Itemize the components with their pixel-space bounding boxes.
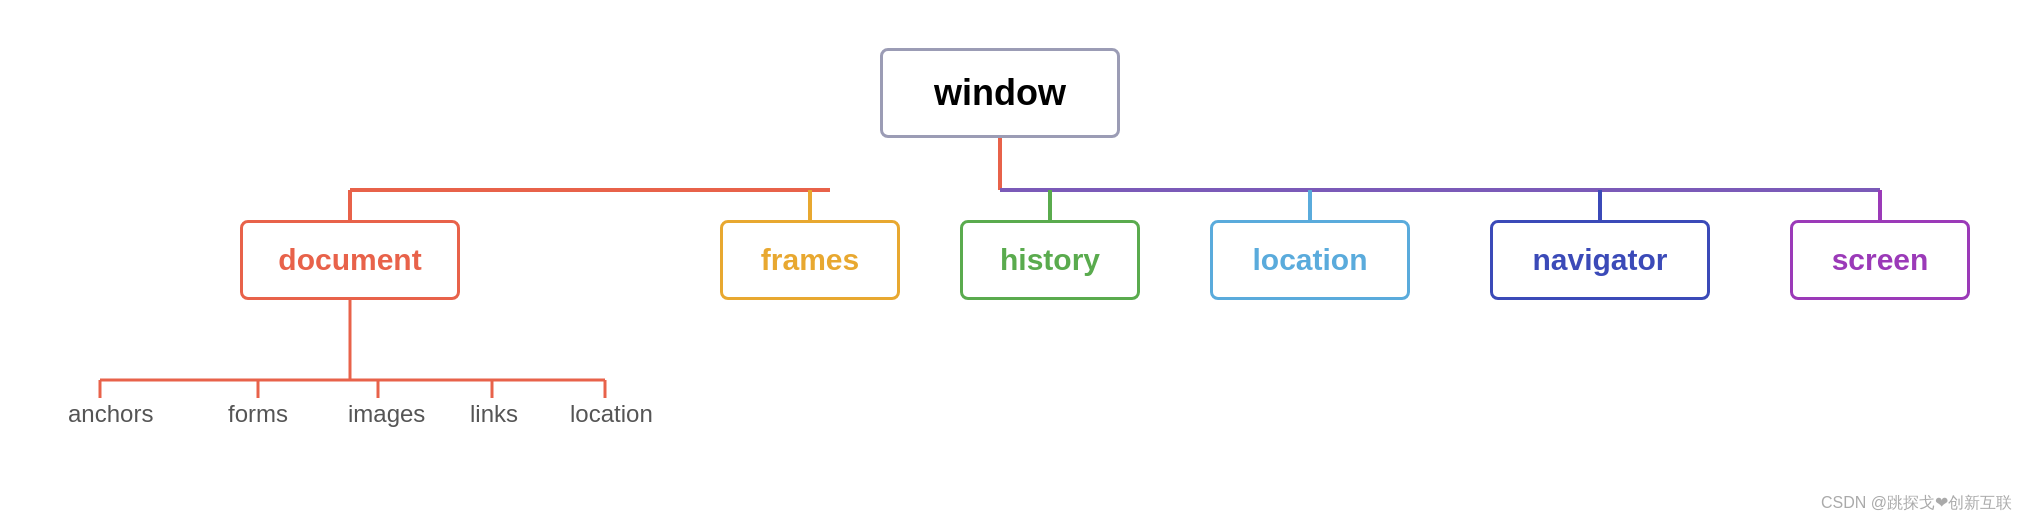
watermark: CSDN @跳探戈❤创新互联	[1821, 493, 2012, 514]
history-label: history	[1000, 243, 1100, 277]
window-label: window	[934, 72, 1066, 114]
diagram: window document frames history location …	[0, 0, 2032, 526]
node-screen: screen	[1790, 220, 1970, 300]
node-history: history	[960, 220, 1140, 300]
frames-label: frames	[761, 243, 859, 277]
leaf-anchors: anchors	[68, 400, 153, 428]
links-label: links	[470, 400, 518, 427]
anchors-label: anchors	[68, 400, 153, 427]
screen-label: screen	[1832, 243, 1929, 277]
node-frames: frames	[720, 220, 900, 300]
node-navigator: navigator	[1490, 220, 1710, 300]
leaf-forms: forms	[228, 400, 288, 428]
watermark-text: CSDN @跳探戈❤创新互联	[1821, 494, 2012, 511]
leaf-links: links	[470, 400, 518, 428]
images-label: images	[348, 400, 425, 427]
node-document: document	[240, 220, 460, 300]
leaf-location2: location	[570, 400, 653, 428]
navigator-label: navigator	[1532, 243, 1667, 277]
location-label: location	[1252, 243, 1367, 277]
forms-label: forms	[228, 400, 288, 427]
document-label: document	[278, 243, 421, 277]
leaf-images: images	[348, 400, 425, 428]
node-location: location	[1210, 220, 1410, 300]
node-window: window	[880, 48, 1120, 138]
location2-label: location	[570, 400, 653, 427]
